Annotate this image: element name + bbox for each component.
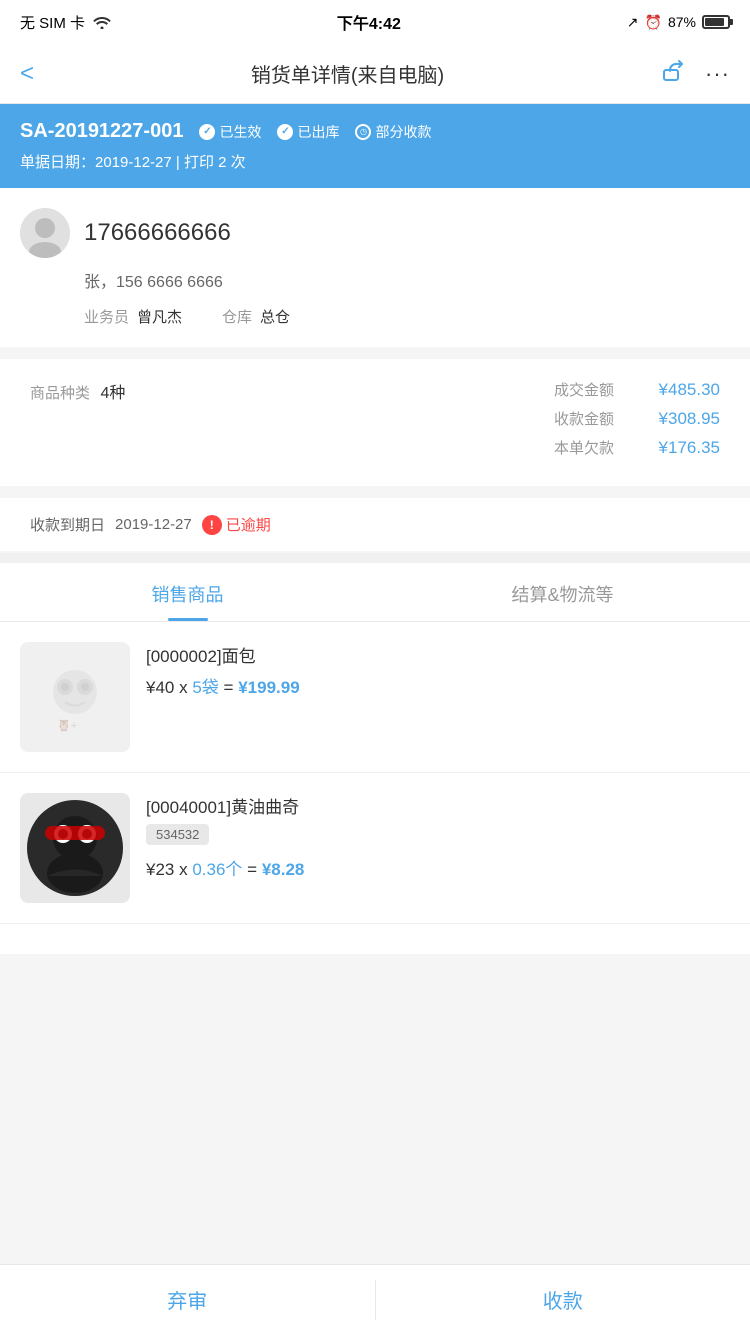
warehouse-label: 仓库 xyxy=(222,306,252,327)
amount-label: 成交金额 xyxy=(554,379,614,400)
customer-name-phone: 张，156 6666 6666 xyxy=(20,268,730,292)
list-bottom-space xyxy=(0,924,750,954)
stats-right: 成交金额 ¥485.30 收款金额 ¥308.95 本单欠款 ¥176.35 xyxy=(554,379,720,466)
share-button[interactable] xyxy=(661,59,685,89)
received-label: 收款金额 xyxy=(554,408,614,429)
overdue-text: 已逾期 xyxy=(226,514,271,535)
clock-icon: ◷ xyxy=(355,124,371,140)
order-id: SA-20191227-001 xyxy=(20,120,183,143)
bottom-bar: 弃审 收款 xyxy=(0,1264,750,1334)
overdue-icon: ! xyxy=(202,515,222,535)
battery-icon xyxy=(702,15,730,29)
alarm-icon: ⏰ xyxy=(645,14,662,31)
badge-activated: ✓ 已生效 xyxy=(199,122,261,142)
banner-date: 单据日期：2019-12-27 | 打印 2 次 xyxy=(20,151,730,172)
product-item-2: [00040001]黄油曲奇 534532 ¥23 x 0.36个 = ¥8.2… xyxy=(0,773,750,924)
page-title: 销货单详情(来自电脑) xyxy=(251,59,444,88)
nav-actions: ··· xyxy=(661,59,730,89)
more-button[interactable]: ··· xyxy=(705,61,730,87)
cancel-audit-button[interactable]: 弃审 xyxy=(0,1269,375,1330)
status-time: 下午4:42 xyxy=(337,10,401,34)
product-price-2: ¥23 x 0.36个 = ¥8.28 xyxy=(146,855,730,880)
product-name-2: [00040001]黄油曲奇 xyxy=(146,793,730,818)
price-base-1: ¥40 xyxy=(146,678,174,697)
price-total-2: ¥8.28 xyxy=(262,860,305,879)
tabs: 销售商品 结算&物流等 xyxy=(0,563,750,622)
price-eq-2: = xyxy=(247,860,262,879)
tab-settlement[interactable]: 结算&物流等 xyxy=(375,563,750,621)
svg-text:🦉+: 🦉+ xyxy=(57,719,77,732)
check-icon-1: ✓ xyxy=(199,124,215,140)
amount-row: 成交金额 ¥485.30 xyxy=(554,379,720,400)
price-x-2: x xyxy=(179,860,192,879)
customer-meta: 业务员 曾凡杰 仓库 总仓 xyxy=(20,306,730,327)
wifi-icon xyxy=(93,15,111,29)
carrier-text: 无 SIM 卡 xyxy=(20,12,85,33)
received-row: 收款金额 ¥308.95 xyxy=(554,408,720,429)
header-banner: SA-20191227-001 ✓ 已生效 ✓ 已出库 ◷ 部分收款 单据日期：… xyxy=(0,104,750,188)
warehouse-info: 仓库 总仓 xyxy=(222,306,290,327)
price-qty-2: 0.36个 xyxy=(192,860,242,879)
debt-row: 本单欠款 ¥176.35 xyxy=(554,437,720,458)
product-item: 🦉+ [0000002]面包 ¥40 x 5袋 = ¥199.99 xyxy=(0,622,750,773)
type-count: 4种 xyxy=(100,379,125,403)
product-price-1: ¥40 x 5袋 = ¥199.99 xyxy=(146,673,730,698)
avatar xyxy=(20,208,70,258)
debt-value: ¥176.35 xyxy=(630,438,720,458)
back-button[interactable]: < xyxy=(20,60,34,88)
due-label: 收款到期日 xyxy=(30,514,105,535)
product-details-1: [0000002]面包 ¥40 x 5袋 = ¥199.99 xyxy=(146,642,730,698)
badge-shipped: ✓ 已出库 xyxy=(277,122,339,142)
staff-name: 曾凡杰 xyxy=(137,306,182,327)
customer-phone: 17666666666 xyxy=(84,219,231,247)
price-qty-1: 5袋 xyxy=(192,678,218,697)
staff-label: 业务员 xyxy=(84,306,129,327)
product-thumbnail-2 xyxy=(20,793,130,903)
battery-percent: 87% xyxy=(668,14,696,30)
warehouse-name: 总仓 xyxy=(260,306,290,327)
price-x-1: x xyxy=(179,678,192,697)
due-date: 2019-12-27 xyxy=(115,516,192,533)
product-list: 🦉+ [0000002]面包 ¥40 x 5袋 = ¥199.99 xyxy=(0,622,750,954)
price-base-2: ¥23 xyxy=(146,860,174,879)
badge-partial: ◷ 部分收款 xyxy=(355,122,431,142)
product-name-1: [0000002]面包 xyxy=(146,642,730,667)
received-value: ¥308.95 xyxy=(630,409,720,429)
divider-2 xyxy=(0,488,750,498)
status-bar: 无 SIM 卡 下午4:42 ↗ ⏰ 87% xyxy=(0,0,750,44)
staff-info: 业务员 曾凡杰 xyxy=(84,306,182,327)
price-eq-1: = xyxy=(224,678,239,697)
debt-label: 本单欠款 xyxy=(554,437,614,458)
collect-payment-button[interactable]: 收款 xyxy=(376,1269,750,1330)
product-thumbnail-1: 🦉+ xyxy=(20,642,130,752)
check-icon-2: ✓ xyxy=(277,124,293,140)
tab-sales-products[interactable]: 销售商品 xyxy=(0,563,375,621)
bottom-spacer xyxy=(0,954,750,1044)
type-label: 商品种类 xyxy=(30,385,90,402)
stats-left: 商品种类 4种 xyxy=(30,379,125,403)
status-right: ↗ ⏰ 87% xyxy=(627,14,730,31)
due-section: 收款到期日 2019-12-27 ! 已逾期 xyxy=(0,498,750,551)
customer-section: 17666666666 张，156 6666 6666 业务员 曾凡杰 仓库 总… xyxy=(0,188,750,347)
status-left: 无 SIM 卡 xyxy=(20,12,111,33)
banner-top: SA-20191227-001 ✓ 已生效 ✓ 已出库 ◷ 部分收款 xyxy=(20,120,730,143)
amount-value: ¥485.30 xyxy=(630,380,720,400)
battery-fill xyxy=(705,18,724,26)
overdue-badge: ! 已逾期 xyxy=(202,514,271,535)
customer-header: 17666666666 xyxy=(20,208,730,258)
stats-section: 商品种类 4种 成交金额 ¥485.30 收款金额 ¥308.95 本单欠款 ¥… xyxy=(0,359,750,486)
location-icon: ↗ xyxy=(627,14,639,31)
nav-bar: < 销货单详情(来自电脑) ··· xyxy=(0,44,750,104)
product-details-2: [00040001]黄油曲奇 534532 ¥23 x 0.36个 = ¥8.2… xyxy=(146,793,730,880)
price-total-1: ¥199.99 xyxy=(238,678,299,697)
product-tag-2: 534532 xyxy=(146,824,209,845)
divider-3 xyxy=(0,553,750,563)
divider-1 xyxy=(0,349,750,359)
